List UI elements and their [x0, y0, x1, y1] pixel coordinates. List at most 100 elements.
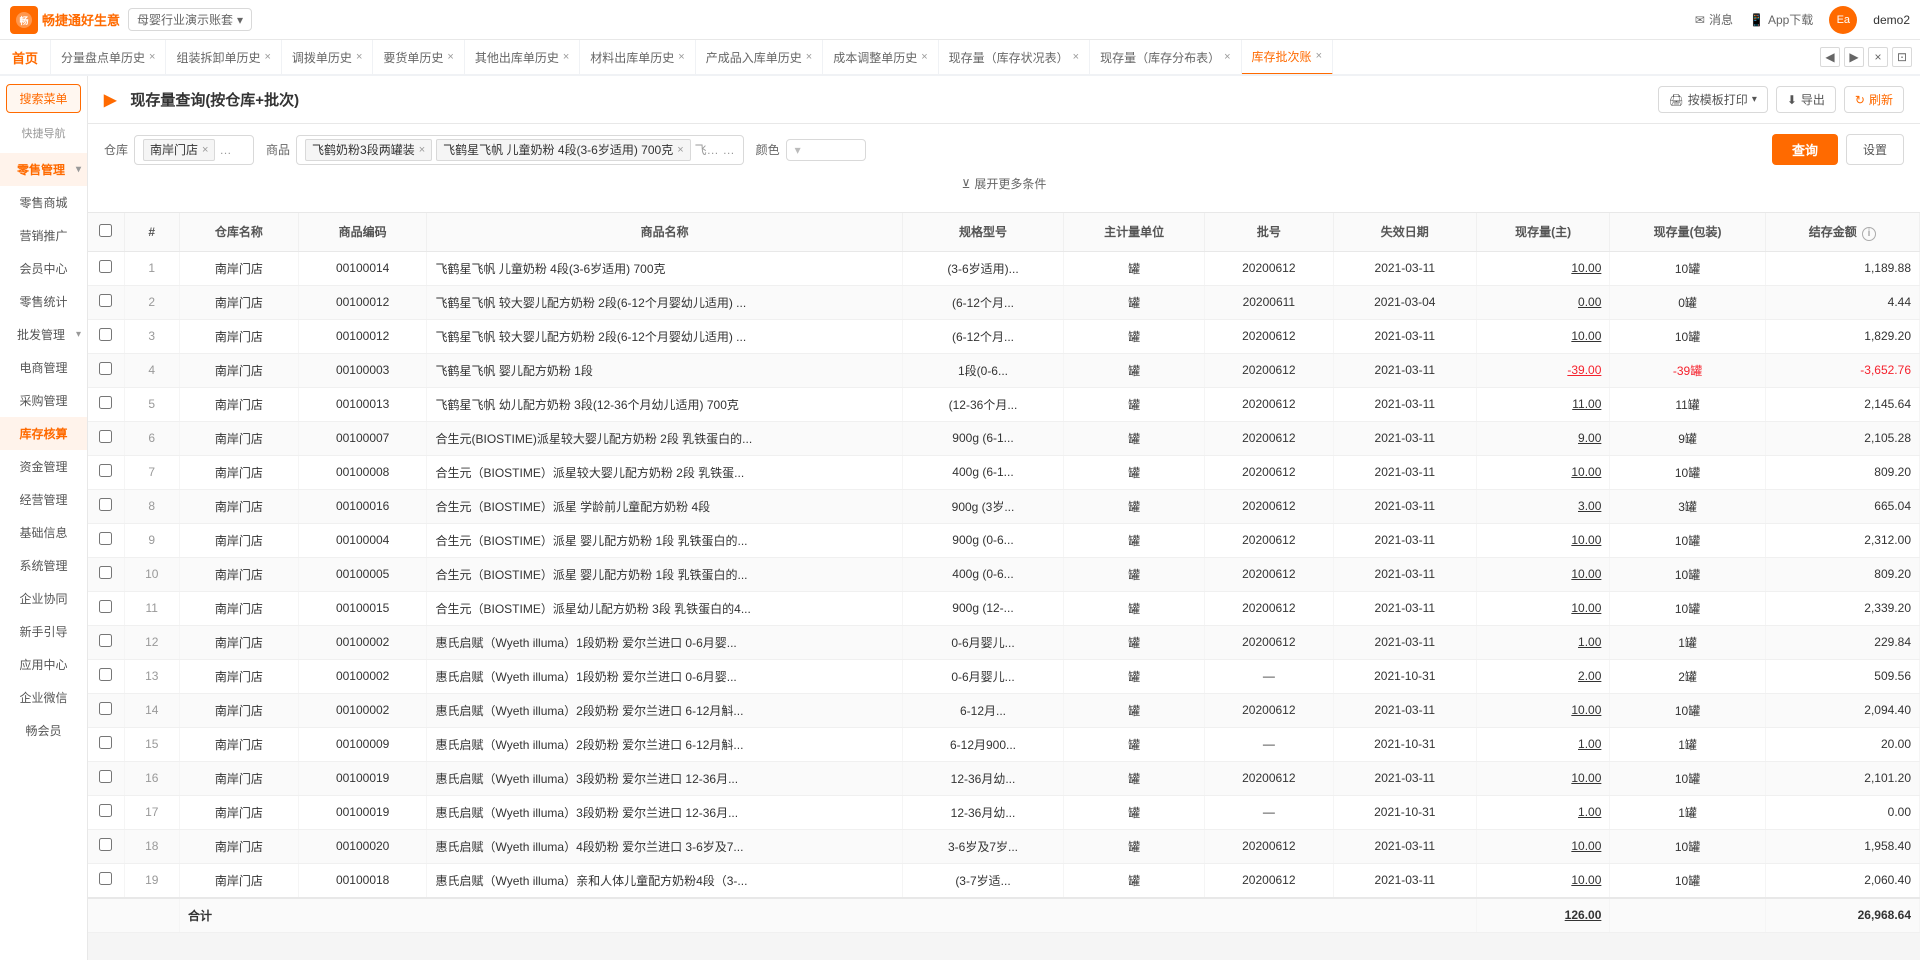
row-checkbox[interactable]	[99, 464, 112, 477]
product-more-dots[interactable]: …	[723, 143, 735, 157]
cell-check[interactable]	[88, 727, 124, 761]
cell-qty-main[interactable]: 1.00	[1476, 795, 1609, 829]
close-icon[interactable]: ×	[678, 51, 684, 63]
row-checkbox[interactable]	[99, 600, 112, 613]
print-button[interactable]: 🖨 按模板打印 ▾	[1658, 86, 1768, 113]
sidebar-item-retail-stats[interactable]: 零售统计	[0, 285, 87, 318]
product-tag-container[interactable]: 飞鹤奶粉3段两罐装 × 飞鹤星飞帆 儿童奶粉 4段(3-6岁适用) 700克 ×…	[296, 135, 744, 165]
app-download-button[interactable]: 📱 App下载	[1749, 11, 1813, 28]
row-checkbox[interactable]	[99, 328, 112, 341]
summary-qty-main[interactable]: 126.00	[1476, 898, 1609, 933]
close-icon[interactable]: ×	[1073, 51, 1079, 63]
search-menu-button[interactable]: 搜索菜单	[6, 84, 81, 113]
amount-info-icon[interactable]: i	[1862, 227, 1876, 241]
cell-check[interactable]	[88, 625, 124, 659]
cell-check[interactable]	[88, 489, 124, 523]
tab-chancheng[interactable]: 产成品入库单历史 ×	[696, 40, 823, 75]
close-icon[interactable]: ×	[921, 51, 927, 63]
row-checkbox[interactable]	[99, 430, 112, 443]
tab-qitachu[interactable]: 其他出库单历史 ×	[465, 40, 580, 75]
tab-xiancun-zhuangtai[interactable]: 现存量（库存状况表） ×	[939, 40, 1090, 75]
expand-filter-icon[interactable]: ▶	[104, 90, 116, 110]
sidebar-item-retail-shop[interactable]: 零售商城	[0, 186, 87, 219]
row-checkbox[interactable]	[99, 668, 112, 681]
cell-qty-main[interactable]: 10.00	[1476, 557, 1609, 591]
cell-check[interactable]	[88, 523, 124, 557]
sidebar-item-vip[interactable]: 畅会员	[0, 714, 87, 747]
tab-xiancun-fenbu[interactable]: 现存量（库存分布表） ×	[1090, 40, 1241, 75]
product-tag-1[interactable]: 飞鹤奶粉3段两罐装 ×	[305, 139, 432, 161]
cell-check[interactable]	[88, 761, 124, 795]
cell-check[interactable]	[88, 387, 124, 421]
cell-qty-main[interactable]: 0.00	[1476, 285, 1609, 319]
sidebar-item-wholesale[interactable]: 批发管理 ▾	[0, 318, 87, 351]
close-icon[interactable]: ×	[1224, 51, 1230, 63]
row-checkbox[interactable]	[99, 498, 112, 511]
tab-close-all[interactable]: ×	[1868, 47, 1888, 67]
row-checkbox[interactable]	[99, 872, 112, 885]
row-checkbox[interactable]	[99, 396, 112, 409]
close-icon[interactable]: ×	[264, 51, 270, 63]
row-checkbox[interactable]	[99, 770, 112, 783]
breadcrumb-select[interactable]: 母婴行业演示账套 ▾	[128, 8, 252, 31]
product-tag-remove-1[interactable]: ×	[419, 144, 425, 156]
cell-qty-main[interactable]: 11.00	[1476, 387, 1609, 421]
cell-check[interactable]	[88, 251, 124, 285]
product-tag-remove-2[interactable]: ×	[677, 144, 683, 156]
cell-check[interactable]	[88, 353, 124, 387]
sidebar-item-system[interactable]: 系统管理	[0, 549, 87, 582]
close-icon[interactable]: ×	[1316, 50, 1322, 62]
tab-left-arrow[interactable]: ◀	[1820, 47, 1840, 67]
row-checkbox[interactable]	[99, 532, 112, 545]
close-icon[interactable]: ×	[447, 51, 453, 63]
cell-qty-main[interactable]: 10.00	[1476, 761, 1609, 795]
sidebar-item-basics[interactable]: 基础信息	[0, 516, 87, 549]
tab-zuzhuang[interactable]: 组装拆卸单历史 ×	[166, 40, 281, 75]
expand-more-btn[interactable]: ⊻ 展开更多条件	[954, 171, 1055, 196]
sidebar-item-enterprise[interactable]: 企业协同	[0, 582, 87, 615]
cell-check[interactable]	[88, 829, 124, 863]
cell-qty-main[interactable]: 10.00	[1476, 591, 1609, 625]
row-checkbox[interactable]	[99, 362, 112, 375]
cell-check[interactable]	[88, 455, 124, 489]
tab-home[interactable]: 首页	[0, 40, 51, 75]
tab-right-arrow[interactable]: ▶	[1844, 47, 1864, 67]
cell-check[interactable]	[88, 659, 124, 693]
sidebar-item-guide[interactable]: 新手引导	[0, 615, 87, 648]
tab-cailiao[interactable]: 材料出库单历史 ×	[580, 40, 695, 75]
cell-qty-main[interactable]: 10.00	[1476, 319, 1609, 353]
row-checkbox[interactable]	[99, 260, 112, 273]
export-button[interactable]: ⬇ 导出	[1776, 86, 1836, 113]
query-button[interactable]: 查询	[1772, 134, 1838, 165]
row-checkbox[interactable]	[99, 294, 112, 307]
cell-qty-main[interactable]: 1.00	[1476, 727, 1609, 761]
cell-check[interactable]	[88, 795, 124, 829]
product-more-icon[interactable]: 飞…	[695, 141, 719, 158]
select-all-checkbox[interactable]	[99, 224, 112, 237]
cell-qty-main[interactable]: 10.00	[1476, 693, 1609, 727]
sidebar-item-marketing[interactable]: 营销推广	[0, 219, 87, 252]
close-icon[interactable]: ×	[806, 51, 812, 63]
refresh-button[interactable]: ↻ 刷新	[1844, 86, 1904, 113]
close-icon[interactable]: ×	[149, 51, 155, 63]
color-input[interactable]: ▾	[786, 139, 866, 161]
row-checkbox[interactable]	[99, 566, 112, 579]
cell-qty-main[interactable]: 3.00	[1476, 489, 1609, 523]
cell-qty-main[interactable]: 10.00	[1476, 863, 1609, 898]
th-check[interactable]	[88, 213, 124, 251]
row-checkbox[interactable]	[99, 838, 112, 851]
sidebar-item-retail-mgmt[interactable]: 零售管理 ▾	[0, 153, 87, 186]
cell-qty-main[interactable]: 10.00	[1476, 251, 1609, 285]
message-button[interactable]: ✉ 消息	[1695, 11, 1733, 28]
sidebar-item-inventory[interactable]: 库存核算	[0, 417, 87, 450]
sidebar-item-ecommerce[interactable]: 电商管理	[0, 351, 87, 384]
user-avatar[interactable]: Ea	[1829, 6, 1857, 34]
sidebar-item-ops[interactable]: 经营管理	[0, 483, 87, 516]
cell-qty-main[interactable]: 10.00	[1476, 455, 1609, 489]
close-icon[interactable]: ×	[356, 51, 362, 63]
cell-check[interactable]	[88, 285, 124, 319]
sidebar-item-wechat[interactable]: 企业微信	[0, 681, 87, 714]
close-icon[interactable]: ×	[563, 51, 569, 63]
warehouse-more-icon[interactable]: …	[219, 143, 231, 157]
row-checkbox[interactable]	[99, 736, 112, 749]
